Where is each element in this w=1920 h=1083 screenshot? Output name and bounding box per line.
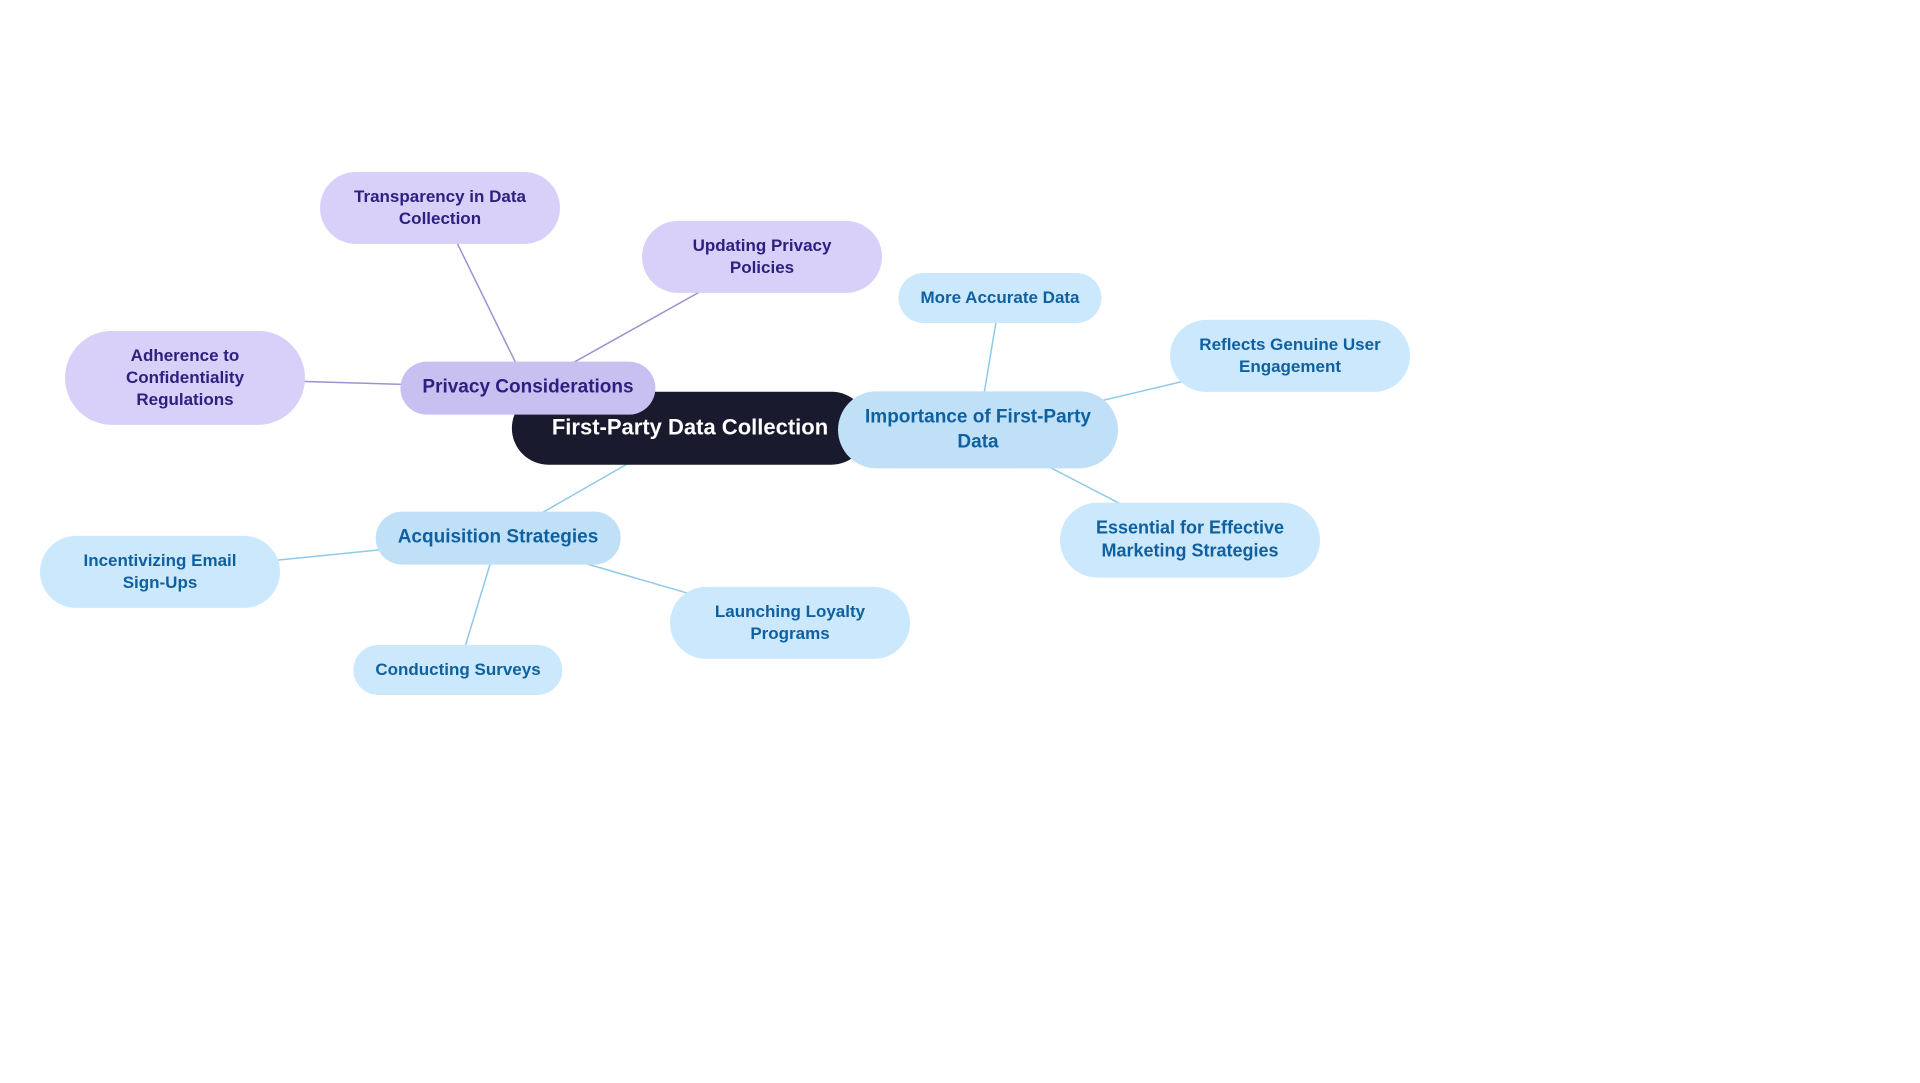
node-more-accurate[interactable]: More Accurate Data xyxy=(898,273,1101,323)
node-reflects[interactable]: Reflects Genuine User Engagement xyxy=(1170,320,1410,392)
node-essential[interactable]: Essential for Effective Marketing Strate… xyxy=(1060,503,1320,578)
node-importance[interactable]: Importance of First-Party Data xyxy=(838,391,1118,468)
node-incentivizing[interactable]: Incentivizing Email Sign-Ups xyxy=(40,536,280,608)
node-launching[interactable]: Launching Loyalty Programs xyxy=(670,587,910,659)
node-conducting[interactable]: Conducting Surveys xyxy=(353,645,562,695)
node-privacy[interactable]: Privacy Considerations xyxy=(400,362,655,415)
node-transparency[interactable]: Transparency in Data Collection xyxy=(320,172,560,244)
node-updating[interactable]: Updating Privacy Policies xyxy=(642,221,882,293)
node-adherence[interactable]: Adherence to Confidentiality Regulations xyxy=(65,331,305,425)
connections-svg xyxy=(0,0,1920,1083)
node-acquisition[interactable]: Acquisition Strategies xyxy=(376,512,621,565)
mind-map-canvas: First-Party Data Collection Privacy Cons… xyxy=(0,0,1920,1083)
